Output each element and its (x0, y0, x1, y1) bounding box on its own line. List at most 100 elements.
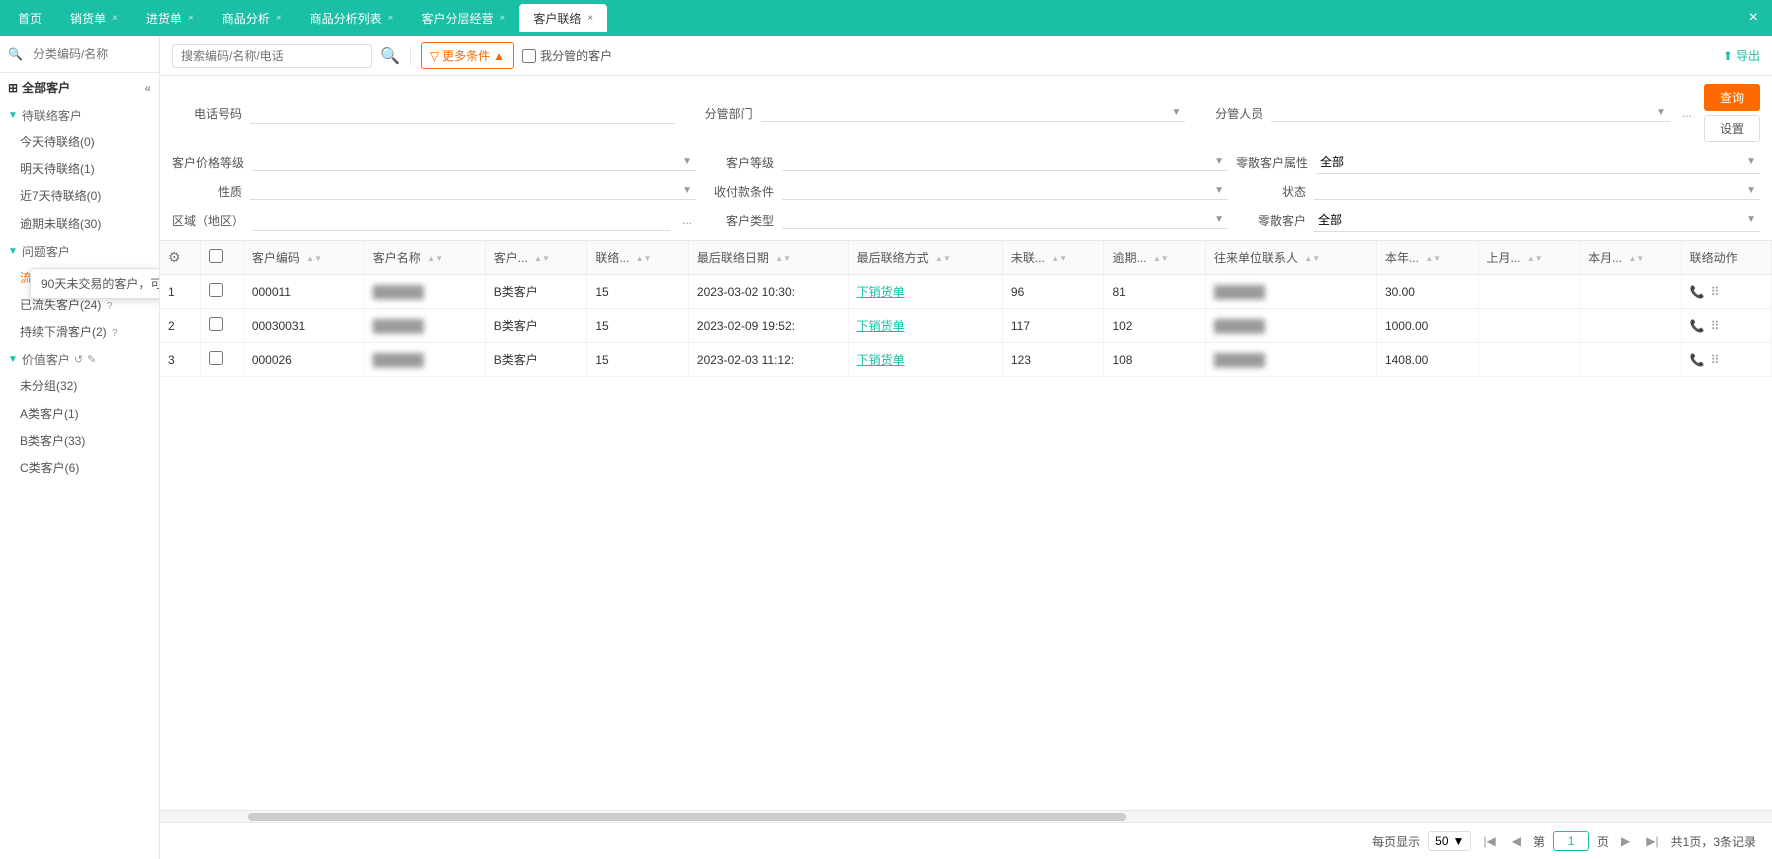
sidebar-item-a-class[interactable]: A类客户(1) (0, 401, 159, 428)
tab-goods-analysis-list[interactable]: 商品分析列表 × (296, 4, 408, 32)
page-input[interactable] (1553, 831, 1589, 851)
sidebar-item-c-class[interactable]: C类客户(6) (0, 455, 159, 482)
page-suffix: 页 (1597, 833, 1609, 850)
action-contact-icon[interactable]: 📞 (1690, 285, 1705, 299)
filter-retail-attr-select[interactable]: 全部▼ (1316, 150, 1760, 174)
last-method-link[interactable]: 下销货单 (857, 353, 905, 367)
filter-person-select[interactable]: ▼ (1271, 104, 1670, 122)
tab-home[interactable]: 首页 (4, 4, 56, 32)
sidebar-item-ungroup[interactable]: 未分组(32) (0, 373, 159, 400)
row-checkbox-1[interactable] (209, 317, 223, 331)
tab-goods-analysis-close[interactable]: × (276, 13, 282, 24)
sort-overdue-icon[interactable]: ▲▼ (1153, 254, 1169, 263)
last-method-link[interactable]: 下销货单 (857, 319, 905, 333)
sort-contact-icon[interactable]: ▲▼ (636, 254, 652, 263)
prev-page-btn[interactable]: ◀ (1508, 832, 1525, 850)
filter-phone-label: 电话号码 (172, 105, 242, 122)
action-contact-icon[interactable]: 📞 (1690, 353, 1705, 367)
sort-unit-contact-icon[interactable]: ▲▼ (1304, 254, 1320, 263)
sidebar-group-value-label: 价值客户 (22, 351, 70, 368)
filter-customer-level-select[interactable]: ▼ (782, 153, 1228, 171)
tab-goods-analysis[interactable]: 商品分析 × (208, 4, 296, 32)
sidebar-group-pending[interactable]: ▼ 待联络客户 (0, 102, 159, 129)
sort-last-method-icon[interactable]: ▲▼ (935, 254, 951, 263)
tab-customer-contact[interactable]: 客户联络 × (519, 4, 607, 32)
sidebar-item-today[interactable]: 今天待联络(0) (0, 129, 159, 156)
next-page-btn[interactable]: ▶ (1617, 832, 1634, 850)
filter-dept-select[interactable]: ▼ (761, 104, 1186, 122)
tab-customer-segment-close[interactable]: × (499, 13, 505, 24)
table-row: 1 000011 ██████ B类客户 15 2023-03-02 10:30… (160, 275, 1772, 309)
search-button[interactable]: 🔍 (380, 46, 400, 66)
per-page-select[interactable]: 50 ▼ (1428, 831, 1471, 851)
filter-customer-type-select[interactable]: ▼ (782, 211, 1228, 229)
filter-payment-select[interactable]: ▼ (782, 182, 1228, 200)
filter-phone-input[interactable] (250, 103, 675, 124)
row-checkbox-0[interactable] (209, 283, 223, 297)
sidebar-search-input[interactable] (27, 44, 151, 64)
my-customers-checkbox[interactable]: 我分管的客户 (522, 47, 612, 64)
sort-this-year-icon[interactable]: ▲▼ (1425, 254, 1441, 263)
churned-label: 已流失客户(24) (20, 298, 101, 312)
scroll-thumb[interactable] (248, 813, 1126, 821)
sort-last-date-icon[interactable]: ▲▼ (775, 254, 791, 263)
sidebar-group-churn[interactable]: ▼ 问题客户 (0, 238, 159, 265)
cell-this-month (1580, 275, 1682, 309)
row-checkbox-2[interactable] (209, 351, 223, 365)
select-all-checkbox[interactable] (209, 249, 223, 263)
sort-name-icon[interactable]: ▲▼ (427, 254, 443, 263)
sidebar-collapse-btn[interactable]: « (144, 81, 151, 95)
tab-sales-close[interactable]: × (112, 13, 118, 24)
sidebar-all-customers[interactable]: ⊞ 全部客户 « (0, 73, 159, 102)
export-btn[interactable]: ⬆ 导出 (1723, 47, 1760, 64)
arrow-down-icon-3: ▼ (8, 354, 18, 365)
more-btn-1[interactable]: ... (1678, 106, 1696, 120)
last-page-btn[interactable]: ▶| (1642, 832, 1662, 850)
filter-retail-customer-select[interactable]: 全部▼ (1314, 208, 1760, 232)
last-method-link[interactable]: 下销货单 (857, 285, 905, 299)
filter-status-select[interactable]: ▼ (1314, 182, 1760, 200)
sort-not-contacted-icon[interactable]: ▲▼ (1051, 254, 1067, 263)
gear-icon[interactable]: ⚙ (168, 249, 181, 265)
tab-sales[interactable]: 销货单 × (56, 4, 132, 32)
tab-goods-analysis-label: 商品分析 (222, 10, 270, 27)
more-conditions-btn[interactable]: ▽ 更多条件 ▲ (421, 42, 514, 69)
action-more-icon[interactable]: ⠿ (1711, 285, 1720, 299)
filter-price-level-select[interactable]: ▼ (252, 153, 696, 171)
filter-region-input[interactable] (252, 210, 670, 231)
settings-button[interactable]: 设置 (1704, 115, 1760, 142)
sidebar-item-b-class[interactable]: B类客户(33) (0, 428, 159, 455)
sidebar-item-overdue[interactable]: 逾期未联络(30) (0, 211, 159, 238)
filter-nature-select[interactable]: ▼ (250, 182, 696, 200)
first-page-btn[interactable]: |◀ (1479, 832, 1499, 850)
sidebar-group-value[interactable]: ▼ 价值客户 ↺ ✎ (0, 346, 159, 373)
my-customers-cb[interactable] (522, 49, 536, 63)
tab-purchase-close[interactable]: × (188, 13, 194, 24)
search-input[interactable] (172, 44, 372, 68)
sort-last-month-icon[interactable]: ▲▼ (1527, 254, 1543, 263)
window-close-button[interactable]: × (1739, 9, 1768, 27)
col-checkbox (200, 241, 243, 275)
query-button[interactable]: 查询 (1704, 84, 1760, 111)
sort-code-icon[interactable]: ▲▼ (306, 254, 322, 263)
edit-icon[interactable]: ✎ (87, 353, 96, 366)
sidebar-item-tomorrow[interactable]: 明天待联络(1) (0, 156, 159, 183)
tab-goods-analysis-list-close[interactable]: × (388, 13, 394, 24)
action-more-icon[interactable]: ⠿ (1711, 319, 1720, 333)
sidebar-item-7days[interactable]: 近7天待联络(0) (0, 183, 159, 210)
tab-customer-contact-close[interactable]: × (587, 13, 593, 24)
action-more-icon[interactable]: ⠿ (1711, 353, 1720, 367)
tab-purchase[interactable]: 进货单 × (132, 4, 208, 32)
refresh-icon[interactable]: ↺ (74, 353, 83, 366)
col-last-method-label: 最后联络方式 (857, 251, 929, 265)
cell-this-year: 30.00 (1376, 275, 1478, 309)
filter-customer-type-label: 客户类型 (704, 212, 774, 229)
name-blurred: ██████ (373, 353, 424, 367)
more-btn-2[interactable]: ... (678, 213, 696, 227)
sort-this-month-icon[interactable]: ▲▼ (1628, 254, 1644, 263)
tab-customer-segment[interactable]: 客户分层经营 × (407, 4, 519, 32)
action-contact-icon[interactable]: 📞 (1690, 319, 1705, 333)
scroll-bar[interactable] (160, 810, 1772, 822)
sidebar-item-declining[interactable]: 持续下滑客户(2) ? (0, 319, 159, 346)
sort-type-icon[interactable]: ▲▼ (534, 254, 550, 263)
